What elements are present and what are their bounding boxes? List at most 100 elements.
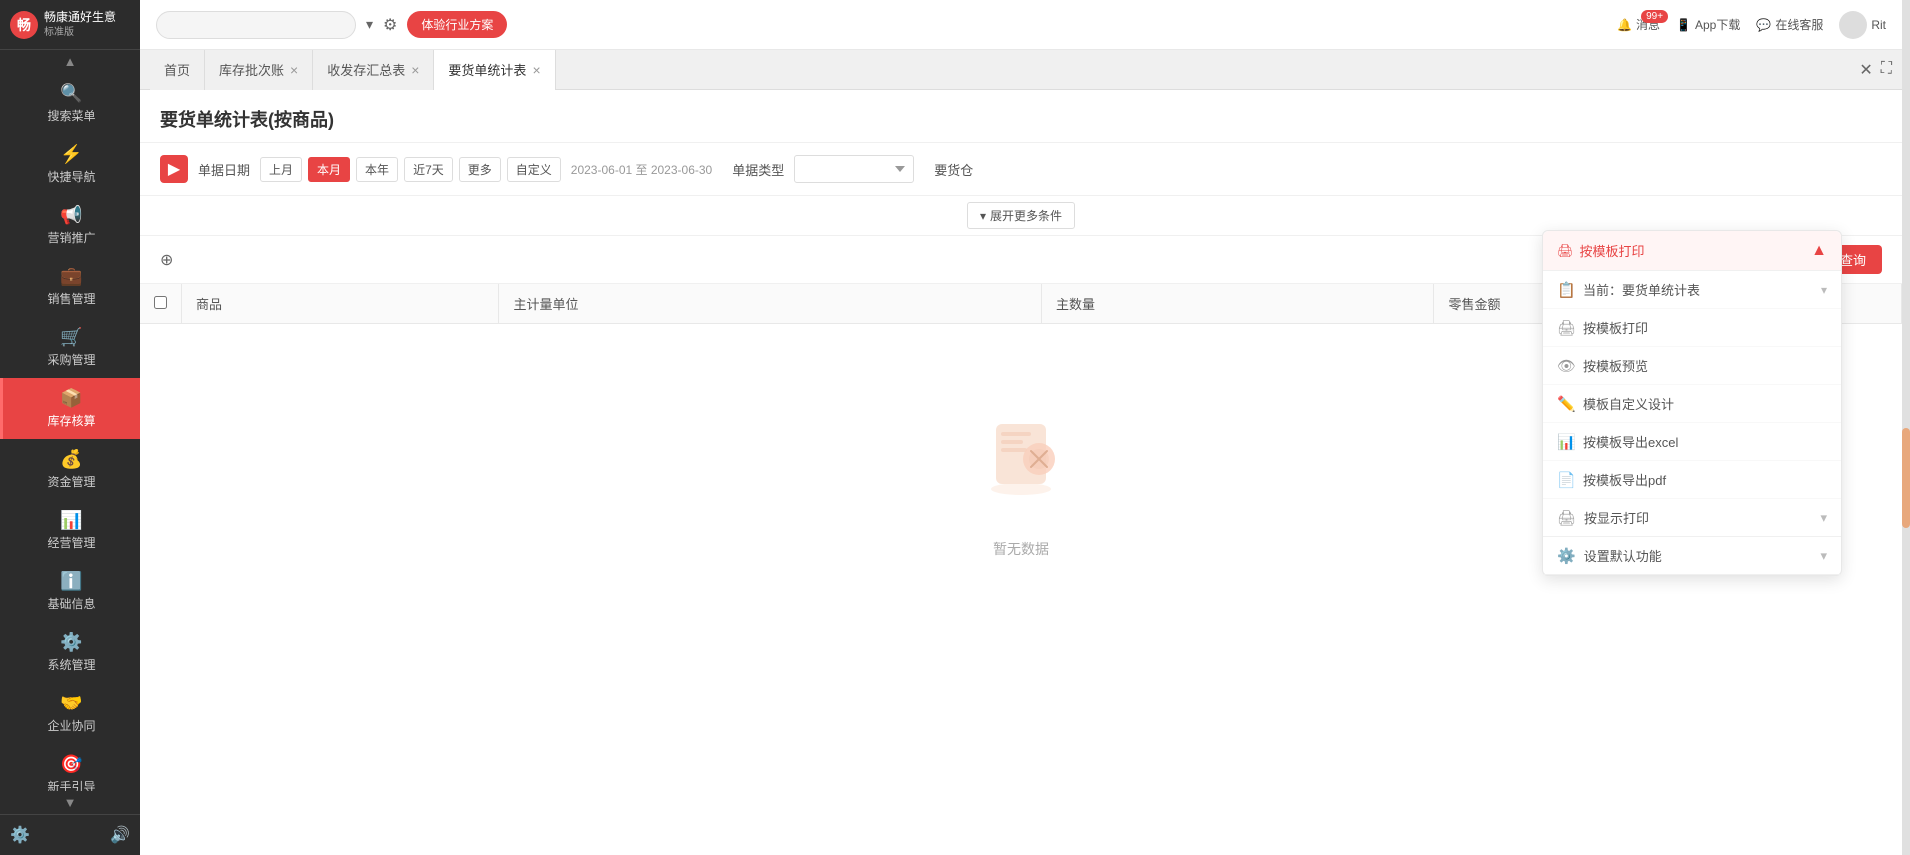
tab-order-stats[interactable]: 要货单统计表 ×	[434, 50, 555, 90]
logo-name: 畅康通好生意	[44, 10, 116, 26]
topbar: ▾ ⚙ 体验行业方案 🔔 消息 99+ 📱 App下载 💬 在线客服 Rit	[140, 0, 1902, 50]
sidebar-item-collab[interactable]: 🤝 企业协同	[0, 683, 140, 744]
date-btn-7days[interactable]: 近7天	[404, 157, 453, 182]
tab-home[interactable]: 首页	[150, 50, 205, 90]
dropdown-template-pdf[interactable]: 📄 按模板导出pdf	[1543, 461, 1841, 499]
template-pdf-label: 按模板导出pdf	[1583, 470, 1666, 489]
tab-collection[interactable]: 收发存汇总表 ×	[313, 50, 434, 90]
trial-button[interactable]: 体验行业方案	[407, 11, 507, 38]
sidebar-item-search[interactable]: 🔍 搜索菜单	[0, 73, 140, 134]
logo-text: 畅康通好生意 标准版	[44, 10, 116, 39]
expand-more-btn[interactable]: ▾ 展开更多条件	[967, 202, 1075, 229]
operation-icon: 📊	[60, 510, 82, 531]
dropdown-template-print[interactable]: 🖨 按模板打印	[1543, 309, 1841, 347]
tab-batch-close[interactable]: ×	[290, 62, 298, 78]
sidebar-item-system[interactable]: ⚙️ 系统管理	[0, 622, 140, 683]
dropdown-set-default[interactable]: ⚙️ 设置默认功能 ▾	[1543, 537, 1841, 575]
tab-close-all-icon[interactable]: ✕	[1859, 60, 1872, 80]
extra-filter-label: 要货仓	[934, 160, 973, 179]
sidebar-item-label: 基础信息	[47, 595, 95, 612]
date-btn-current-year[interactable]: 本年	[356, 157, 398, 182]
tab-collection-close[interactable]: ×	[411, 62, 419, 78]
template-preview-label: 按模板预览	[1583, 356, 1648, 375]
sidebar-item-shortcut[interactable]: ⚡ 快捷导航	[0, 134, 140, 195]
dropdown-current-label: 当前：要货单统计表	[1583, 280, 1700, 299]
empty-icon	[971, 404, 1071, 523]
date-btn-prev-month[interactable]: 上月	[260, 157, 302, 182]
main-area: ▾ ⚙ 体验行业方案 🔔 消息 99+ 📱 App下载 💬 在线客服 Rit	[140, 0, 1902, 855]
template-excel-icon: 📊	[1557, 433, 1575, 451]
page-title: 要货单统计表(按商品)	[160, 106, 1882, 132]
date-btn-current-month[interactable]: 本月	[308, 157, 350, 182]
filter-expand-btn[interactable]: ▶	[160, 155, 188, 183]
expand-chevron-icon: ▾	[980, 209, 986, 223]
sound-icon[interactable]: 🔊	[110, 825, 130, 845]
template-print-label: 按模板打印	[1583, 318, 1648, 337]
sidebar-item-guide[interactable]: 🎯 新手引导	[0, 744, 140, 791]
guide-icon: 🎯	[60, 754, 82, 775]
template-custom-label: 模板自定义设计	[1583, 394, 1674, 413]
set-default-arrow-icon: ▾	[1820, 548, 1827, 564]
sidebar-item-sales[interactable]: 💼 销售管理	[0, 256, 140, 317]
dropdown-template-excel[interactable]: 📊 按模板导出excel	[1543, 423, 1841, 461]
col-unit: 主计量单位	[499, 284, 1042, 324]
scroll-down-btn[interactable]: ▼	[0, 791, 140, 814]
basic-icon: ℹ️	[60, 571, 82, 592]
sidebar-item-label: 库存核算	[47, 412, 95, 429]
sidebar-item-label: 营销推广	[47, 229, 95, 246]
sidebar-logo: 畅 畅康通好生意 标准版	[0, 0, 140, 50]
sidebar-item-label: 经营管理	[47, 534, 95, 551]
marketing-icon: 📢	[60, 205, 82, 226]
right-scrollbar[interactable]	[1902, 0, 1910, 855]
sidebar-item-basic[interactable]: ℹ️ 基础信息	[0, 561, 140, 622]
dropdown-template-preview[interactable]: 👁 按模板预览	[1543, 347, 1841, 385]
notification-item[interactable]: 🔔 消息 99+	[1617, 16, 1660, 33]
content-area: 要货单统计表(按商品) ▶ 单据日期 上月 本月 本年 近7天 更多 自定义 2…	[140, 90, 1902, 855]
select-all-checkbox[interactable]	[154, 296, 167, 309]
display-print-icon: 🖨	[1557, 509, 1576, 527]
topbar-gear-icon[interactable]: ⚙	[383, 15, 397, 35]
tabbar-right-btns: ✕ ⛶	[1859, 60, 1892, 80]
topbar-search-input[interactable]	[156, 11, 356, 39]
date-range-display: 2023-06-01 至 2023-06-30	[571, 161, 712, 178]
user-item[interactable]: Rit	[1839, 11, 1886, 39]
dropdown-template-custom[interactable]: ✏️ 模板自定义设计	[1543, 385, 1841, 423]
logo-icon: 畅	[10, 11, 38, 39]
tab-batch[interactable]: 库存批次账 ×	[205, 50, 313, 90]
sidebar-item-purchase[interactable]: 🛒 采购管理	[0, 317, 140, 378]
template-preview-icon: 👁	[1557, 357, 1575, 375]
dropdown-header-left: 🖨 按模板打印	[1557, 241, 1645, 260]
sidebar-item-label: 采购管理	[47, 351, 95, 368]
phone-icon: 📱	[1676, 18, 1691, 32]
sidebar-item-inventory[interactable]: 📦 库存核算	[0, 378, 140, 439]
col-settings-icon[interactable]: ⊕	[160, 250, 173, 270]
online-service-item[interactable]: 💬 在线客服	[1756, 16, 1823, 33]
topbar-dropdown-icon[interactable]: ▾	[366, 16, 373, 33]
date-btn-more[interactable]: 更多	[459, 157, 501, 182]
template-custom-icon: ✏️	[1557, 395, 1575, 413]
sales-icon: 💼	[60, 266, 82, 287]
tab-expand-icon[interactable]: ⛶	[1881, 60, 1892, 80]
type-filter-select[interactable]	[794, 155, 914, 183]
scroll-up-btn[interactable]: ▲	[0, 50, 140, 73]
app-download-item[interactable]: 📱 App下载	[1676, 16, 1740, 33]
sidebar-item-marketing[interactable]: 📢 营销推广	[0, 195, 140, 256]
current-arrow-icon: ▾	[1821, 283, 1827, 297]
user-avatar	[1839, 11, 1867, 39]
dropdown-display-print[interactable]: 🖨 按显示打印 ▾	[1543, 499, 1841, 537]
template-excel-label: 按模板导出excel	[1583, 432, 1678, 451]
tab-order-stats-close[interactable]: ×	[532, 62, 540, 78]
date-btn-custom[interactable]: 自定义	[507, 157, 561, 182]
dropdown-close-icon[interactable]: ▲	[1811, 242, 1827, 260]
date-options: 上月 本月 本年 近7天 更多 自定义	[260, 157, 561, 182]
set-default-icon: ⚙️	[1557, 547, 1576, 565]
inventory-icon: 📦	[60, 388, 82, 409]
tabbar: 首页 库存批次账 × 收发存汇总表 × 要货单统计表 × ✕ ⛶	[140, 50, 1902, 90]
dropdown-current-item[interactable]: 📋 当前：要货单统计表 ▾	[1543, 271, 1841, 309]
online-service-label: 在线客服	[1775, 16, 1823, 33]
settings-bottom-icon[interactable]: ⚙️	[10, 825, 30, 845]
sidebar-item-operation[interactable]: 📊 经营管理	[0, 500, 140, 561]
sidebar-item-label: 企业协同	[47, 717, 95, 734]
sidebar-item-finance[interactable]: 💰 资金管理	[0, 439, 140, 500]
scrollbar-thumb	[1902, 428, 1910, 528]
